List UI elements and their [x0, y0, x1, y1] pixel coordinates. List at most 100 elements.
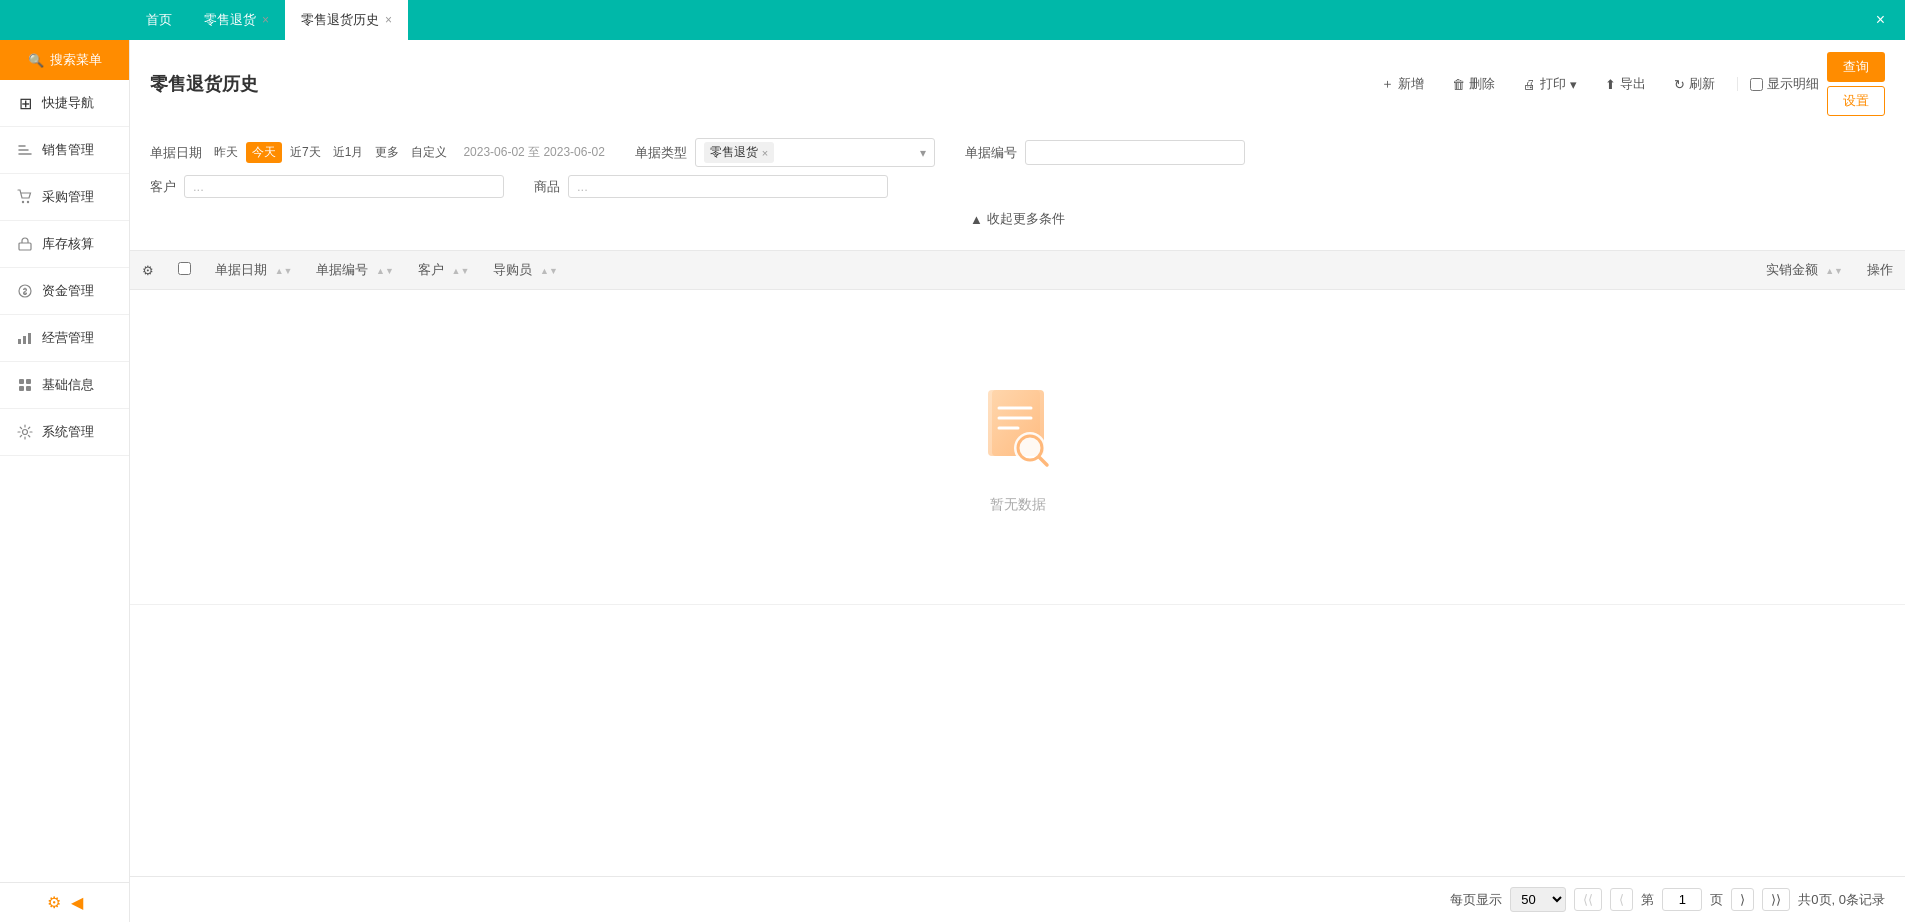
total-info: 共0页, 0条记录: [1798, 891, 1885, 909]
page-input[interactable]: [1662, 888, 1702, 911]
goods-dots: ...: [577, 179, 588, 194]
export-button[interactable]: ⬆ 导出: [1595, 70, 1656, 98]
sidebar-collapse-button[interactable]: ◀: [71, 893, 83, 912]
prev-page-button[interactable]: ⟨: [1610, 888, 1633, 911]
sidebar-item-basic-info[interactable]: 基础信息: [0, 362, 129, 409]
sidebar-item-inventory[interactable]: 库存核算: [0, 221, 129, 268]
date-filter-label: 单据日期: [150, 144, 202, 162]
date-range-display: 2023-06-02 至 2023-06-02: [463, 144, 604, 161]
svg-rect-2: [19, 243, 31, 250]
display-checkbox[interactable]: [1750, 78, 1763, 91]
th-doc-num-label: 单据编号: [316, 262, 368, 277]
refresh-button[interactable]: ↻ 刷新: [1664, 70, 1725, 98]
th-doc-num-sort: ▲▼: [376, 266, 394, 276]
page-title: 零售退货历史: [150, 72, 258, 96]
goods-selector[interactable]: ...: [568, 175, 888, 198]
sidebar-item-operations[interactable]: 经营管理: [0, 315, 129, 362]
page-header: 零售退货历史 ＋ 新增 🗑 删除 🖨 打印 ▾: [130, 40, 1905, 251]
date-opt-1month[interactable]: 近1月: [329, 142, 368, 163]
print-button[interactable]: 🖨 打印 ▾: [1513, 70, 1587, 98]
table-header-row: ⚙ 单据日期 ▲▼ 单据编号 ▲▼: [130, 251, 1905, 290]
quick-nav-icon: ⊞: [16, 94, 34, 112]
customer-dots: ...: [193, 179, 204, 194]
per-page-select[interactable]: 50 10 20 100: [1510, 887, 1566, 912]
date-opt-custom[interactable]: 自定义: [407, 142, 451, 163]
svg-line-19: [1039, 457, 1047, 465]
window-close-button[interactable]: ×: [1876, 11, 1885, 29]
goods-label: 商品: [534, 178, 560, 196]
svg-rect-6: [28, 333, 31, 344]
th-customer[interactable]: 客户 ▲▼: [406, 251, 481, 290]
doc-type-selector[interactable]: 零售退货 × ▾: [695, 138, 935, 167]
sidebar-search[interactable]: 🔍 搜索菜单: [0, 40, 129, 80]
th-doc-num[interactable]: 单据编号 ▲▼: [304, 251, 405, 290]
sidebar-item-finance-label: 资金管理: [42, 282, 94, 300]
tab-home[interactable]: 首页: [130, 0, 188, 40]
sidebar-item-quick-nav-label: 快捷导航: [42, 94, 94, 112]
last-page-button[interactable]: ⟩⟩: [1762, 888, 1790, 911]
export-label: 导出: [1620, 75, 1646, 93]
th-actual-amount[interactable]: 实销金额 ▲▼: [1754, 251, 1855, 290]
filter-doc-num: 单据编号: [965, 140, 1245, 165]
next-page-button[interactable]: ⟩: [1731, 888, 1754, 911]
doc-num-input[interactable]: [1025, 140, 1245, 165]
collapse-button[interactable]: ▲ 收起更多条件: [958, 206, 1077, 232]
delete-button[interactable]: 🗑 删除: [1442, 70, 1505, 98]
delete-label: 删除: [1469, 75, 1495, 93]
sidebar-item-system-mgmt-label: 系统管理: [42, 423, 94, 441]
query-button[interactable]: 查询: [1827, 52, 1885, 82]
th-actual-amount-label: 实销金额: [1766, 262, 1818, 277]
empty-state-cell: 暂无数据: [130, 290, 1905, 605]
sidebar-item-finance[interactable]: 资金管理: [0, 268, 129, 315]
svg-rect-4: [18, 339, 21, 344]
customer-selector[interactable]: ...: [184, 175, 504, 198]
inventory-icon: [16, 235, 34, 253]
collapse-label: 收起更多条件: [987, 210, 1065, 228]
tab-home-label: 首页: [146, 11, 172, 29]
sidebar-footer: ⚙ ◀: [0, 882, 129, 922]
operations-icon: [16, 329, 34, 347]
table-settings-col[interactable]: ⚙: [130, 251, 166, 290]
tab-retail-return[interactable]: 零售退货 ×: [188, 0, 285, 40]
sidebar-item-purchase-mgmt[interactable]: 采购管理: [0, 174, 129, 221]
set-button[interactable]: 设置: [1827, 86, 1885, 116]
date-opt-yesterday[interactable]: 昨天: [210, 142, 242, 163]
add-button[interactable]: ＋ 新增: [1371, 70, 1434, 98]
table-settings-icon[interactable]: ⚙: [142, 263, 154, 278]
page-title-row: 零售退货历史 ＋ 新增 🗑 删除 🖨 打印 ▾: [150, 52, 1885, 116]
doc-type-tag-close[interactable]: ×: [762, 147, 768, 159]
sidebar-item-quick-nav[interactable]: ⊞ 快捷导航: [0, 80, 129, 127]
collapse-row: ▲ 收起更多条件: [150, 206, 1885, 240]
date-opt-7days[interactable]: 近7天: [286, 142, 325, 163]
add-label: 新增: [1398, 75, 1424, 93]
table-checkbox-col[interactable]: [166, 251, 203, 290]
main-layout: 🔍 搜索菜单 ⊞ 快捷导航 销售管理 采购管理: [0, 40, 1905, 922]
tab-retail-return-history[interactable]: 零售退货历史 ×: [285, 0, 408, 40]
th-guide[interactable]: 导购员 ▲▼: [481, 251, 569, 290]
page-label: 第: [1641, 891, 1654, 909]
search-icon: 🔍: [28, 53, 44, 68]
sidebar-item-basic-info-label: 基础信息: [42, 376, 94, 394]
sidebar: 🔍 搜索菜单 ⊞ 快捷导航 销售管理 采购管理: [0, 40, 130, 922]
purchase-icon: [16, 188, 34, 206]
action-buttons: 查询 设置: [1827, 52, 1885, 116]
display-toggle[interactable]: 显示明细: [1750, 75, 1819, 93]
sidebar-settings-button[interactable]: ⚙: [47, 893, 61, 912]
tab-retail-return-history-close[interactable]: ×: [385, 13, 392, 27]
sidebar-item-operations-label: 经营管理: [42, 329, 94, 347]
sidebar-nav: ⊞ 快捷导航 销售管理 采购管理 库存核算: [0, 80, 129, 882]
top-bar: 首页 零售退货 × 零售退货历史 × ×: [0, 0, 1905, 40]
date-opt-today[interactable]: 今天: [246, 142, 282, 163]
tab-retail-return-close[interactable]: ×: [262, 13, 269, 27]
date-opt-more[interactable]: 更多: [371, 142, 403, 163]
sidebar-item-system-mgmt[interactable]: 系统管理: [0, 409, 129, 456]
filter-row-1: 单据日期 昨天 今天 近7天 近1月 更多 自定义 2023-06-02 至 2…: [150, 138, 1885, 167]
sidebar-item-sales-mgmt[interactable]: 销售管理: [0, 127, 129, 174]
select-all-checkbox[interactable]: [178, 262, 191, 275]
first-page-button[interactable]: ⟨⟨: [1574, 888, 1602, 911]
th-doc-date[interactable]: 单据日期 ▲▼: [203, 251, 304, 290]
system-icon: [16, 423, 34, 441]
display-label: 显示明细: [1767, 75, 1819, 93]
basic-info-icon: [16, 376, 34, 394]
date-options: 昨天 今天 近7天 近1月 更多 自定义: [210, 142, 451, 163]
